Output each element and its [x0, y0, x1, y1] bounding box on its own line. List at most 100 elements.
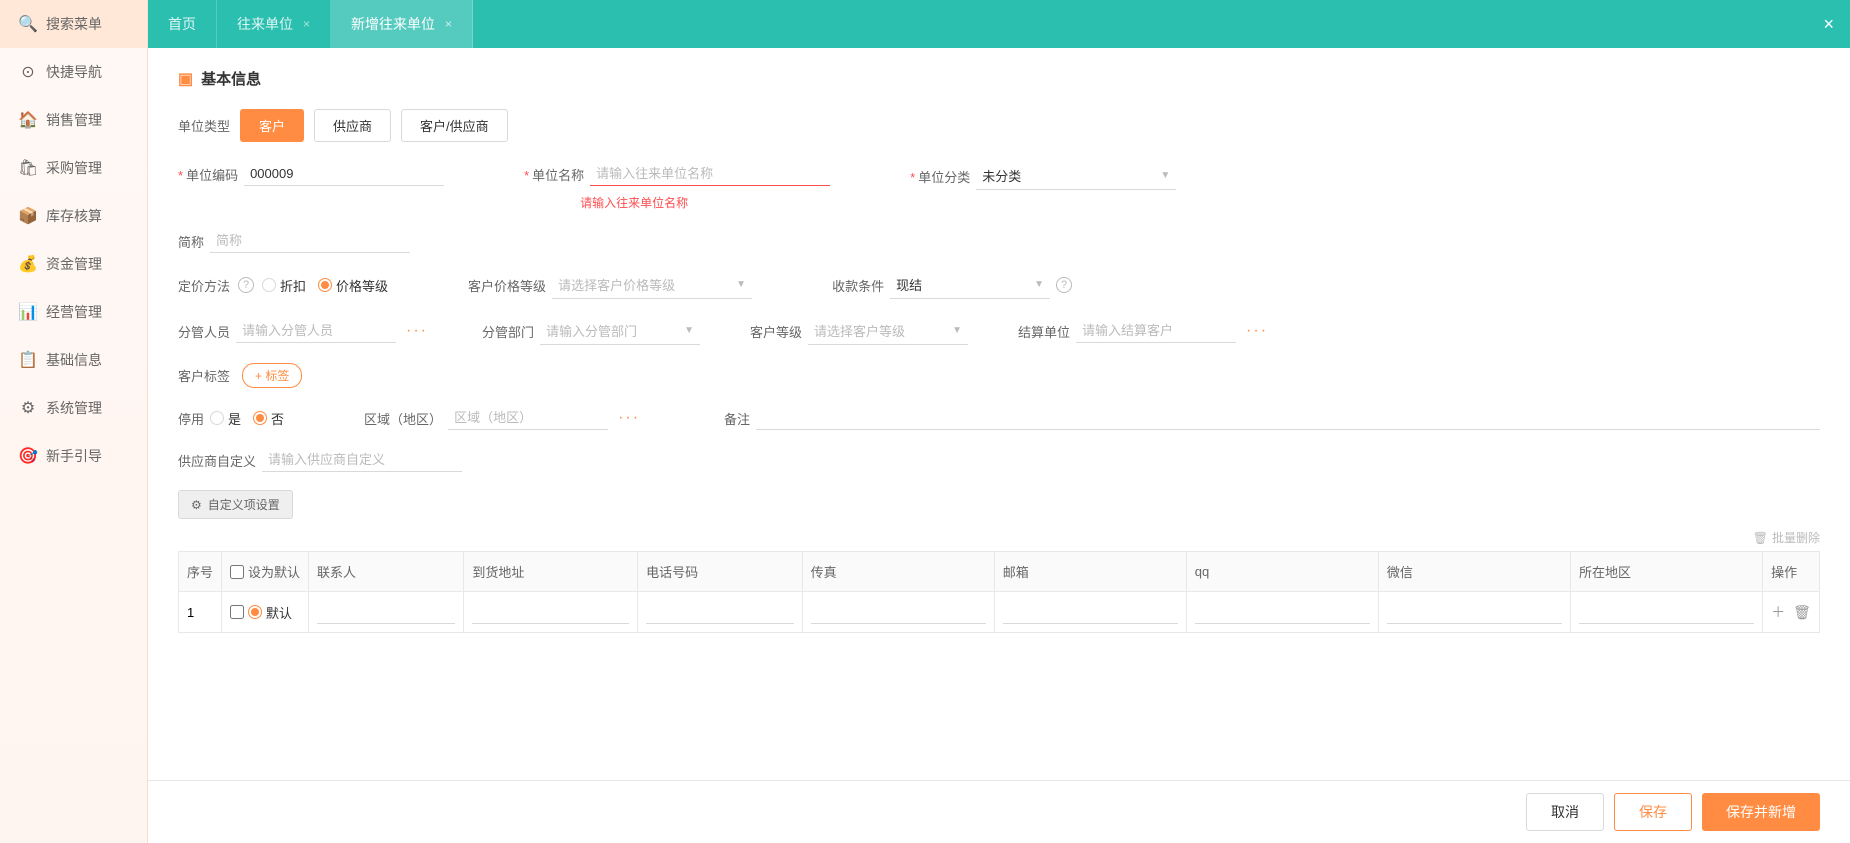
- unit-name-label: 单位名称: [524, 165, 584, 184]
- row-default-label: 默认: [266, 603, 292, 622]
- sidebar-item-purchase-label: 采购管理: [46, 158, 129, 178]
- unit-type-supplier-button[interactable]: 供应商: [314, 109, 391, 142]
- table-section: ⚙ 自定义项设置 🗑 批量删除 序号: [178, 490, 1820, 633]
- sidebar-item-quicknav[interactable]: ⊙ 快捷导航: [0, 48, 147, 96]
- inventory-icon: 📦: [18, 206, 38, 226]
- pricing-discount-circle: [262, 278, 276, 292]
- cell-fax: [802, 592, 994, 633]
- sidebar-item-capital[interactable]: 💰 资金管理: [0, 240, 147, 288]
- customer-level-placeholder: 请选择客户价格等级: [558, 275, 732, 294]
- tab-home[interactable]: 首页: [148, 0, 217, 48]
- sidebar-item-basic-label: 基础信息: [46, 350, 129, 370]
- field-unit-code: 单位编码: [178, 162, 444, 186]
- field-unit-category: 单位分类 未分类 ▼: [910, 162, 1176, 190]
- custom-settings-button[interactable]: ⚙ 自定义项设置: [178, 490, 293, 519]
- dept-select[interactable]: 请输入分管部门 ▼: [540, 317, 700, 345]
- unit-type-both-button[interactable]: 客户/供应商: [401, 109, 508, 142]
- unit-category-select[interactable]: 未分类 ▼: [976, 162, 1176, 190]
- cell-qq: [1186, 592, 1378, 633]
- row-actions: ＋ 🗑: [1771, 602, 1811, 622]
- contacts-table: 序号 设为默认 联系人 到货地址 电话号码 传: [178, 551, 1820, 633]
- region-input[interactable]: [448, 406, 608, 430]
- region-label: 区域（地区）: [364, 409, 442, 428]
- pricing-discount-radio[interactable]: 折扣: [262, 276, 306, 295]
- col-phone: 电话号码: [638, 552, 803, 592]
- col-address: 到货地址: [464, 552, 638, 592]
- settlement-more-button[interactable]: ···: [1242, 322, 1272, 340]
- customer-grade-placeholder: 请选择客户等级: [814, 321, 948, 340]
- tab-new-partner-close[interactable]: ×: [445, 17, 452, 31]
- field-payment-terms: 收款条件 现结 ▼ ?: [832, 271, 1072, 299]
- sidebar-item-operations-label: 经营管理: [46, 302, 129, 322]
- settlement-input[interactable]: [1076, 319, 1236, 343]
- select-all-checkbox[interactable]: [230, 565, 244, 579]
- field-remark: 备注: [724, 406, 1820, 430]
- sidebar-item-basic[interactable]: 📋 基础信息: [0, 336, 147, 384]
- unit-category-value: 未分类: [982, 166, 1156, 185]
- supplier-custom-input[interactable]: [262, 448, 462, 472]
- pricing-help-icon[interactable]: ?: [238, 277, 254, 293]
- save-button[interactable]: 保存: [1614, 793, 1692, 831]
- operations-icon: 📊: [18, 302, 38, 322]
- phone-input[interactable]: [646, 600, 794, 624]
- sidebar-item-purchase[interactable]: 🛍 采购管理: [0, 144, 147, 192]
- sidebar-item-inventory[interactable]: 📦 库存核算: [0, 192, 147, 240]
- email-input[interactable]: [1003, 600, 1178, 624]
- sidebar-item-search[interactable]: 🔍 搜索菜单: [0, 0, 147, 48]
- row-manager: 分管人员 ··· 分管部门 请输入分管部门 ▼ 客户等级: [178, 317, 1820, 345]
- address-input[interactable]: [472, 600, 629, 624]
- pricing-level-radio[interactable]: 价格等级: [318, 276, 388, 295]
- col-contact: 联系人: [309, 552, 464, 592]
- payment-terms-select[interactable]: 现结 ▼: [890, 271, 1050, 299]
- window-close-button[interactable]: ×: [1807, 14, 1850, 35]
- unit-name-input[interactable]: [590, 162, 830, 186]
- remark-input[interactable]: [756, 406, 1820, 430]
- pricing-level-circle: [318, 278, 332, 292]
- manager-more-button[interactable]: ···: [402, 322, 432, 340]
- row-pricing: 定价方法 ? 折扣 价格等级: [178, 271, 1820, 299]
- tab-new-partner[interactable]: 新增往来单位 ×: [331, 0, 473, 48]
- pricing-label: 定价方法: [178, 276, 230, 295]
- row-checkbox[interactable]: [230, 605, 244, 619]
- sidebar-item-operations[interactable]: 📊 经营管理: [0, 288, 147, 336]
- row-tags: 客户标签 + 标签: [178, 363, 1820, 388]
- contact-input[interactable]: [317, 600, 455, 624]
- qq-input[interactable]: [1195, 600, 1370, 624]
- sidebar-item-system[interactable]: ⚙ 系统管理: [0, 384, 147, 432]
- tab-new-partner-label: 新增往来单位: [351, 14, 435, 34]
- tab-partners-close[interactable]: ×: [303, 17, 310, 31]
- cell-wechat: [1378, 592, 1570, 633]
- col-email: 邮箱: [994, 552, 1186, 592]
- stop-no-radio[interactable]: 否: [253, 409, 284, 428]
- sidebar-item-guide[interactable]: 🎯 新手引导: [0, 432, 147, 480]
- region-more-button[interactable]: ···: [614, 409, 644, 427]
- stop-yes-radio[interactable]: 是: [210, 409, 241, 428]
- delete-row-icon[interactable]: 🗑: [1793, 604, 1811, 621]
- add-row-icon[interactable]: ＋: [1771, 602, 1785, 622]
- save-new-button[interactable]: 保存并新增: [1702, 793, 1820, 831]
- unit-code-input[interactable]: [244, 162, 444, 186]
- field-stop: 停用 是 否: [178, 409, 284, 428]
- cell-contact: [309, 592, 464, 633]
- customer-level-select[interactable]: 请选择客户价格等级 ▼: [552, 271, 752, 299]
- wechat-input[interactable]: [1387, 600, 1562, 624]
- bottom-bar: 取消 保存 保存并新增: [148, 780, 1850, 843]
- cancel-button[interactable]: 取消: [1526, 793, 1604, 831]
- payment-terms-help-icon[interactable]: ?: [1056, 277, 1072, 293]
- manager-input[interactable]: [236, 319, 396, 343]
- tab-partners[interactable]: 往来单位 ×: [217, 0, 331, 48]
- customer-grade-select[interactable]: 请选择客户等级 ▼: [808, 317, 968, 345]
- sidebar-item-sales[interactable]: 🏠 销售管理: [0, 96, 147, 144]
- unit-type-label: 单位类型: [178, 116, 230, 135]
- pricing-discount-label: 折扣: [280, 276, 306, 295]
- add-tag-button[interactable]: + 标签: [242, 363, 302, 388]
- remark-label: 备注: [724, 409, 750, 428]
- batch-delete-label: 批量删除: [1772, 529, 1820, 546]
- unit-type-customer-button[interactable]: 客户: [240, 109, 304, 142]
- fax-input[interactable]: [811, 600, 986, 624]
- row-default-radio[interactable]: 默认: [248, 603, 292, 622]
- field-settlement: 结算单位 ···: [1018, 319, 1272, 343]
- stop-no-circle: [253, 411, 267, 425]
- region-table-input[interactable]: [1579, 600, 1754, 624]
- abbr-input[interactable]: [210, 229, 410, 253]
